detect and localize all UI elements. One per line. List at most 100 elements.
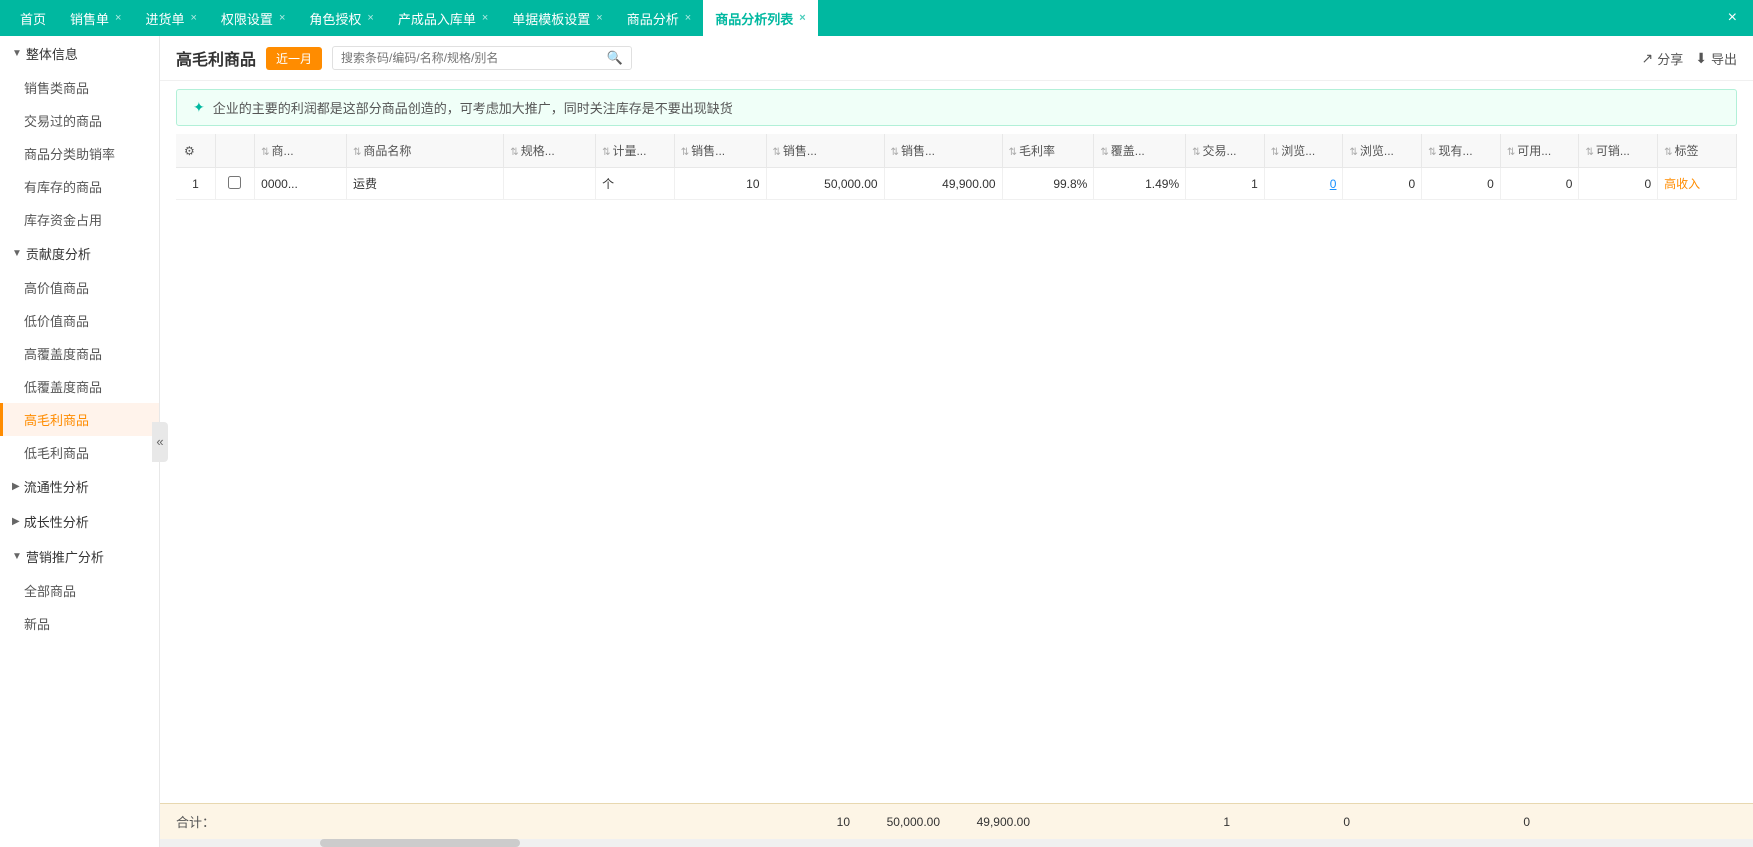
th-browse1[interactable]: 浏览... — [1264, 134, 1343, 168]
th-gross-margin[interactable]: 毛利率 — [1002, 134, 1094, 168]
table-row: 1 0000... 运费 个 10 50,000.00 49,900.00 99… — [176, 168, 1737, 200]
arrow-contribution: ▼ — [12, 248, 22, 259]
table-wrapper: ⚙ 商... 商品名称 规格... 计量... 销售... 销售... 销售..… — [160, 134, 1753, 803]
close-tab-inbound[interactable]: × — [482, 12, 488, 24]
sidebar-item-low-coverage[interactable]: 低覆盖度商品 — [0, 370, 159, 403]
sidebar-item-high-coverage[interactable]: 高覆盖度商品 — [0, 337, 159, 370]
nav-tab-inbound[interactable]: 产成品入库单 × — [386, 0, 500, 36]
nav-tab-role[interactable]: 角色授权 × — [297, 0, 385, 36]
sidebar-item-high-margin[interactable]: 高毛利商品 — [0, 403, 159, 436]
sidebar-item-traded-goods[interactable]: 交易过的商品 — [0, 104, 159, 137]
export-icon: ⬇ — [1695, 50, 1707, 67]
row-checkbox[interactable] — [228, 176, 241, 189]
table-footer: 合计： 10 50,000.00 49,900.00 1 0 0 — [160, 803, 1753, 839]
th-spec[interactable]: 规格... — [504, 134, 596, 168]
scrollbar-thumb[interactable] — [320, 839, 520, 847]
export-btn[interactable]: ⬇ 导出 — [1695, 49, 1737, 68]
sidebar-item-all-goods[interactable]: 全部商品 — [0, 574, 159, 607]
search-input[interactable] — [341, 51, 603, 65]
close-tab-permission[interactable]: × — [279, 12, 285, 24]
cell-index: 1 — [176, 168, 215, 200]
sidebar-item-stock-capital[interactable]: 库存资金占用 — [0, 203, 159, 236]
cell-gross-margin: 99.8% — [1002, 168, 1094, 200]
close-tab-purchase[interactable]: × — [190, 12, 196, 24]
th-sales-cost[interactable]: 销售... — [884, 134, 1002, 168]
close-tab-role[interactable]: × — [367, 12, 373, 24]
info-icon: ✦ — [193, 99, 205, 116]
close-tab-sales[interactable]: × — [115, 12, 121, 24]
arrow-growth: ▶ — [12, 516, 20, 527]
sidebar: ▼ 整体信息 销售类商品 交易过的商品 商品分类助销率 有库存的商品 库存资金占… — [0, 36, 160, 847]
footer-salable: 0 — [1476, 815, 1536, 829]
footer-cells: 10 50,000.00 49,900.00 1 0 0 — [396, 815, 1737, 829]
sidebar-item-low-value[interactable]: 低价值商品 — [0, 304, 159, 337]
close-tab-analysis[interactable]: × — [685, 12, 691, 24]
sidebar-item-low-margin[interactable]: 低毛利商品 — [0, 436, 159, 469]
share-icon: ↗ — [1642, 50, 1654, 67]
content-area: 高毛利商品 近一月 🔍 ↗ 分享 ⬇ 导出 ✦ 企业的主要的利润都是这部分商品创… — [160, 36, 1753, 847]
cell-browse1[interactable]: 0 — [1264, 168, 1343, 200]
cell-spec — [504, 168, 596, 200]
sidebar-item-new-goods[interactable]: 新品 — [0, 607, 159, 640]
sidebar-item-category-rate[interactable]: 商品分类助销率 — [0, 137, 159, 170]
table-header-row: ⚙ 商... 商品名称 规格... 计量... 销售... 销售... 销售..… — [176, 134, 1737, 168]
th-settings[interactable]: ⚙ — [176, 134, 215, 168]
cell-check[interactable] — [215, 168, 254, 200]
sidebar-group-growth[interactable]: ▶ 成长性分析 — [0, 504, 159, 539]
nav-tab-sales[interactable]: 销售单 × — [58, 0, 133, 36]
filter-recent-month[interactable]: 近一月 — [266, 47, 322, 70]
sidebar-group-marketing[interactable]: ▼ 营销推广分析 — [0, 539, 159, 574]
cell-available: 0 — [1500, 168, 1579, 200]
sidebar-item-in-stock[interactable]: 有库存的商品 — [0, 170, 159, 203]
page-title: 高毛利商品 — [176, 46, 256, 70]
top-nav: 首页 销售单 × 进货单 × 权限设置 × 角色授权 × 产成品入库单 × 单据… — [0, 0, 1753, 36]
footer-trade: 1 — [1176, 815, 1236, 829]
close-tab-template[interactable]: × — [596, 12, 602, 24]
nav-tab-analysis[interactable]: 商品分析 × — [615, 0, 703, 36]
th-coverage[interactable]: 覆盖... — [1094, 134, 1186, 168]
footer-sales-cost: 49,900.00 — [946, 815, 1036, 829]
arrow-overall: ▼ — [12, 48, 22, 59]
nav-tab-purchase[interactable]: 进货单 × — [133, 0, 208, 36]
sidebar-group-contribution[interactable]: ▼ 贡献度分析 — [0, 236, 159, 271]
footer-sales-qty: 10 — [786, 815, 856, 829]
search-icon[interactable]: 🔍 — [607, 50, 623, 66]
close-tab-analysis-list[interactable]: × — [799, 12, 805, 24]
th-unit[interactable]: 计量... — [596, 134, 675, 168]
th-current-stock[interactable]: 现有... — [1422, 134, 1501, 168]
th-sales-amount[interactable]: 销售... — [766, 134, 884, 168]
th-trade[interactable]: 交易... — [1186, 134, 1265, 168]
arrow-liquidity: ▶ — [12, 481, 20, 492]
sidebar-item-high-value[interactable]: 高价值商品 — [0, 271, 159, 304]
cell-sales-amount: 50,000.00 — [766, 168, 884, 200]
th-name[interactable]: 商品名称 — [346, 134, 503, 168]
main-container: ▼ 整体信息 销售类商品 交易过的商品 商品分类助销率 有库存的商品 库存资金占… — [0, 36, 1753, 847]
bottom-scrollbar[interactable] — [160, 839, 1753, 847]
cell-name: 运费 — [346, 168, 503, 200]
sidebar-group-liquidity[interactable]: ▶ 流通性分析 — [0, 469, 159, 504]
footer-sales-amount: 50,000.00 — [856, 815, 946, 829]
th-sales-qty[interactable]: 销售... — [674, 134, 766, 168]
sidebar-group-overall[interactable]: ▼ 整体信息 — [0, 36, 159, 71]
sidebar-collapse-btn[interactable]: « — [152, 422, 168, 462]
th-tag[interactable]: 标签 — [1658, 134, 1737, 168]
nav-tab-permission[interactable]: 权限设置 × — [209, 0, 297, 36]
th-check — [215, 134, 254, 168]
sidebar-item-sales-goods[interactable]: 销售类商品 — [0, 71, 159, 104]
th-salable[interactable]: 可销... — [1579, 134, 1658, 168]
tag-badge: 高收入 — [1664, 177, 1700, 191]
th-code[interactable]: 商... — [255, 134, 347, 168]
nav-tab-home[interactable]: 首页 — [8, 0, 58, 36]
th-browse2[interactable]: 浏览... — [1343, 134, 1422, 168]
nav-tab-analysis-list[interactable]: 商品分析列表 × — [703, 0, 817, 36]
cell-unit: 个 — [596, 168, 675, 200]
th-available[interactable]: 可用... — [1500, 134, 1579, 168]
close-all-tabs[interactable]: × — [1720, 9, 1745, 27]
nav-tab-template[interactable]: 单据模板设置 × — [500, 0, 614, 36]
search-box: 🔍 — [332, 46, 632, 70]
footer-browse2: 0 — [1296, 815, 1356, 829]
cell-sales-cost: 49,900.00 — [884, 168, 1002, 200]
footer-label: 合计： — [176, 812, 396, 831]
info-banner: ✦ 企业的主要的利润都是这部分商品创造的，可考虑加大推广，同时关注库存是不要出现… — [176, 89, 1737, 126]
share-btn[interactable]: ↗ 分享 — [1642, 49, 1684, 68]
